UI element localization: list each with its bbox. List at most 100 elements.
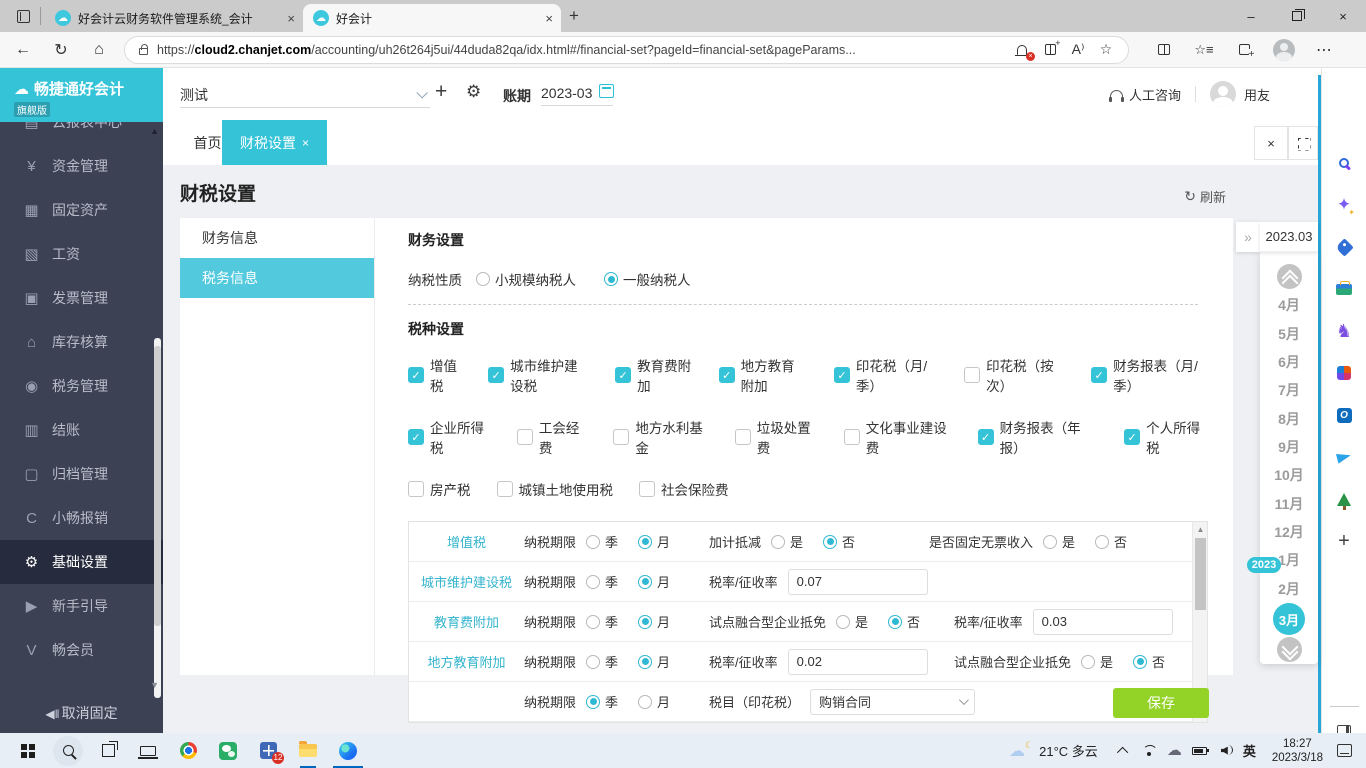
sidebar-item-chang-member[interactable]: V 畅会员 — [0, 628, 163, 672]
tax-type-checkbox[interactable]: ✓ 个人所得税 — [1124, 417, 1207, 457]
scroll-up-icon[interactable]: ▲ — [1193, 525, 1208, 534]
tax-type-checkbox[interactable]: 社会保险费 — [639, 479, 729, 499]
drop-icon[interactable] — [1333, 446, 1355, 468]
shopping-icon[interactable] — [1333, 236, 1355, 258]
minimize-button[interactable]: – — [1228, 0, 1274, 32]
radio-option[interactable]: 月 — [638, 532, 670, 551]
radio-icon[interactable] — [823, 534, 838, 549]
radio-option[interactable]: 是 — [1043, 532, 1075, 551]
favorite-add-icon[interactable]: ☆ — [1092, 38, 1120, 62]
checkbox-icon[interactable]: ✓ — [488, 367, 505, 383]
checkbox-icon[interactable]: ✓ — [977, 429, 994, 445]
refresh-button[interactable]: ↻ 刷新 — [1184, 187, 1226, 206]
sidebar-item-invoice-management[interactable]: ▣ 发票管理 — [0, 276, 163, 320]
quick-assist-icon[interactable] — [128, 733, 168, 768]
radio-option[interactable]: 否 — [823, 532, 855, 551]
radio-icon[interactable] — [476, 272, 490, 286]
radio-option[interactable]: 季 — [586, 652, 618, 671]
period-display[interactable]: 2023.03 — [1260, 222, 1318, 252]
sidebar-item-salary[interactable]: ▧ 工资 — [0, 232, 163, 276]
address-bar[interactable]: https://cloud2.chanjet.com/accounting/uh… — [124, 35, 1129, 64]
month-item[interactable]: 3月 — [1260, 603, 1318, 636]
month-item[interactable]: 12月 — [1260, 518, 1318, 546]
subnav-item-finance-info[interactable]: 财务信息 — [180, 218, 374, 258]
fullscreen-button[interactable] — [1288, 126, 1318, 160]
rate-input[interactable]: 0.03 — [1032, 608, 1173, 635]
restore-button[interactable] — [1274, 0, 1320, 32]
radio-icon[interactable] — [604, 272, 618, 286]
subnav-item-tax-info[interactable]: 税务信息 — [180, 258, 374, 298]
favorites-bar-icon[interactable]: ☆≡ — [1185, 36, 1223, 64]
wechat-icon[interactable] — [208, 733, 248, 768]
tax-type-checkbox[interactable]: ✓ 城市维护建设税 — [488, 355, 589, 395]
radio-option[interactable]: 小规模纳税人 — [476, 269, 576, 289]
month-item[interactable]: 6月 — [1260, 348, 1318, 376]
radio-icon[interactable] — [638, 694, 653, 709]
tax-type-checkbox[interactable]: ✓ 财务报表（年报） — [977, 417, 1098, 457]
radio-option[interactable]: 季 — [586, 612, 618, 631]
radio-option[interactable]: 季 — [586, 532, 618, 551]
collections-icon[interactable] — [1225, 36, 1263, 64]
notifications-blocked-icon[interactable]: × — [1008, 38, 1036, 62]
checkbox-icon[interactable] — [734, 429, 751, 445]
tax-type-checkbox[interactable]: ✓ 财务报表（月/季） — [1091, 355, 1207, 395]
sidebar-item-archive-management[interactable]: ▢ 归档管理 — [0, 452, 163, 496]
month-item[interactable]: 9月 — [1260, 433, 1318, 461]
back-icon[interactable]: ← — [8, 36, 38, 64]
read-aloud-icon[interactable]: A⁾ — [1064, 38, 1092, 62]
tax-name-link[interactable]: 城市维护建设税 — [409, 572, 524, 591]
consult-link[interactable]: 人工咨询 — [1129, 85, 1181, 104]
month-item[interactable]: 11月 — [1260, 490, 1318, 518]
radio-option[interactable]: 是 — [836, 612, 868, 631]
copilot-icon[interactable]: ✦ — [1333, 194, 1355, 217]
radio-option[interactable]: 月 — [638, 612, 670, 631]
volume-icon[interactable] — [1212, 733, 1237, 768]
home-icon[interactable]: ⌂ — [84, 36, 114, 64]
sidebar-item-xiaochang-reimburse[interactable]: C 小畅报销 — [0, 496, 163, 540]
tax-type-checkbox[interactable]: ✓ 企业所得税 — [408, 417, 491, 457]
checkbox-icon[interactable] — [408, 481, 424, 497]
radio-option[interactable]: 季 — [586, 572, 618, 591]
tax-type-checkbox[interactable]: 文化事业建设费 — [843, 417, 952, 457]
more-menu-icon[interactable]: ⋯ — [1305, 36, 1343, 64]
new-tab-button[interactable]: + — [561, 3, 587, 29]
add-icon[interactable]: + — [1333, 530, 1355, 552]
sidebar-item-closing[interactable]: ▥ 结账 — [0, 408, 163, 452]
tax-type-checkbox[interactable]: 垃圾处置费 — [734, 417, 818, 457]
search-icon[interactable] — [1333, 152, 1355, 174]
tax-type-checkbox[interactable]: 印花税（按次） — [964, 355, 1065, 395]
tax-name-link[interactable]: 地方教育附加 — [409, 652, 524, 671]
weather-icon[interactable]: ☾ ☁ — [1009, 740, 1033, 760]
onedrive-icon[interactable]: ☁ — [1162, 733, 1187, 768]
tax-type-checkbox[interactable]: 城镇土地使用税 — [496, 479, 613, 499]
radio-icon[interactable] — [638, 574, 653, 589]
sidebar-item-tax-management[interactable]: ◉ 税务管理 — [0, 364, 163, 408]
radio-icon[interactable] — [1133, 654, 1148, 669]
settings-gear-icon[interactable]: ⚙ — [466, 82, 481, 102]
outlook-icon[interactable]: O — [1333, 404, 1355, 426]
month-item[interactable]: 5月 — [1260, 319, 1318, 347]
radio-icon[interactable] — [586, 534, 601, 549]
hidden-icons-chevron[interactable] — [1112, 733, 1137, 768]
save-button[interactable]: 保存 — [1113, 688, 1209, 718]
tax-type-checkbox[interactable]: 工会经费 — [516, 417, 587, 457]
month-scroll-up-icon[interactable] — [1276, 264, 1302, 289]
checkbox-icon[interactable]: ✓ — [718, 367, 735, 383]
month-item[interactable]: 8月 — [1260, 404, 1318, 432]
radio-option[interactable]: 一般纳税人 — [604, 269, 691, 289]
sidebar-item-fund-management[interactable]: ¥ 资金管理 — [0, 144, 163, 188]
radio-icon[interactable] — [638, 614, 653, 629]
tax-item-select[interactable]: 购销合同 — [810, 688, 976, 715]
radio-icon[interactable] — [586, 574, 601, 589]
grid-add-icon[interactable] — [1036, 38, 1064, 62]
sidebar-item-basic-settings[interactable]: ⚙ 基础设置 — [0, 540, 163, 584]
radio-icon[interactable] — [1081, 654, 1096, 669]
month-item[interactable]: 2月 — [1260, 575, 1318, 603]
sidebar-scroll-down-icon[interactable]: ▼ — [150, 680, 159, 690]
tax-type-checkbox[interactable]: ✓ 增值税 — [408, 355, 462, 395]
tax-type-checkbox[interactable]: ✓ 教育费附加 — [615, 355, 693, 395]
weather-text[interactable]: 21°C 多云 — [1039, 741, 1098, 760]
sidebar-item-fixed-assets[interactable]: ▦ 固定资产 — [0, 188, 163, 232]
checkbox-icon[interactable]: ✓ — [1091, 367, 1108, 383]
tab-financial-settings[interactable]: 财税设置 × — [222, 120, 327, 165]
